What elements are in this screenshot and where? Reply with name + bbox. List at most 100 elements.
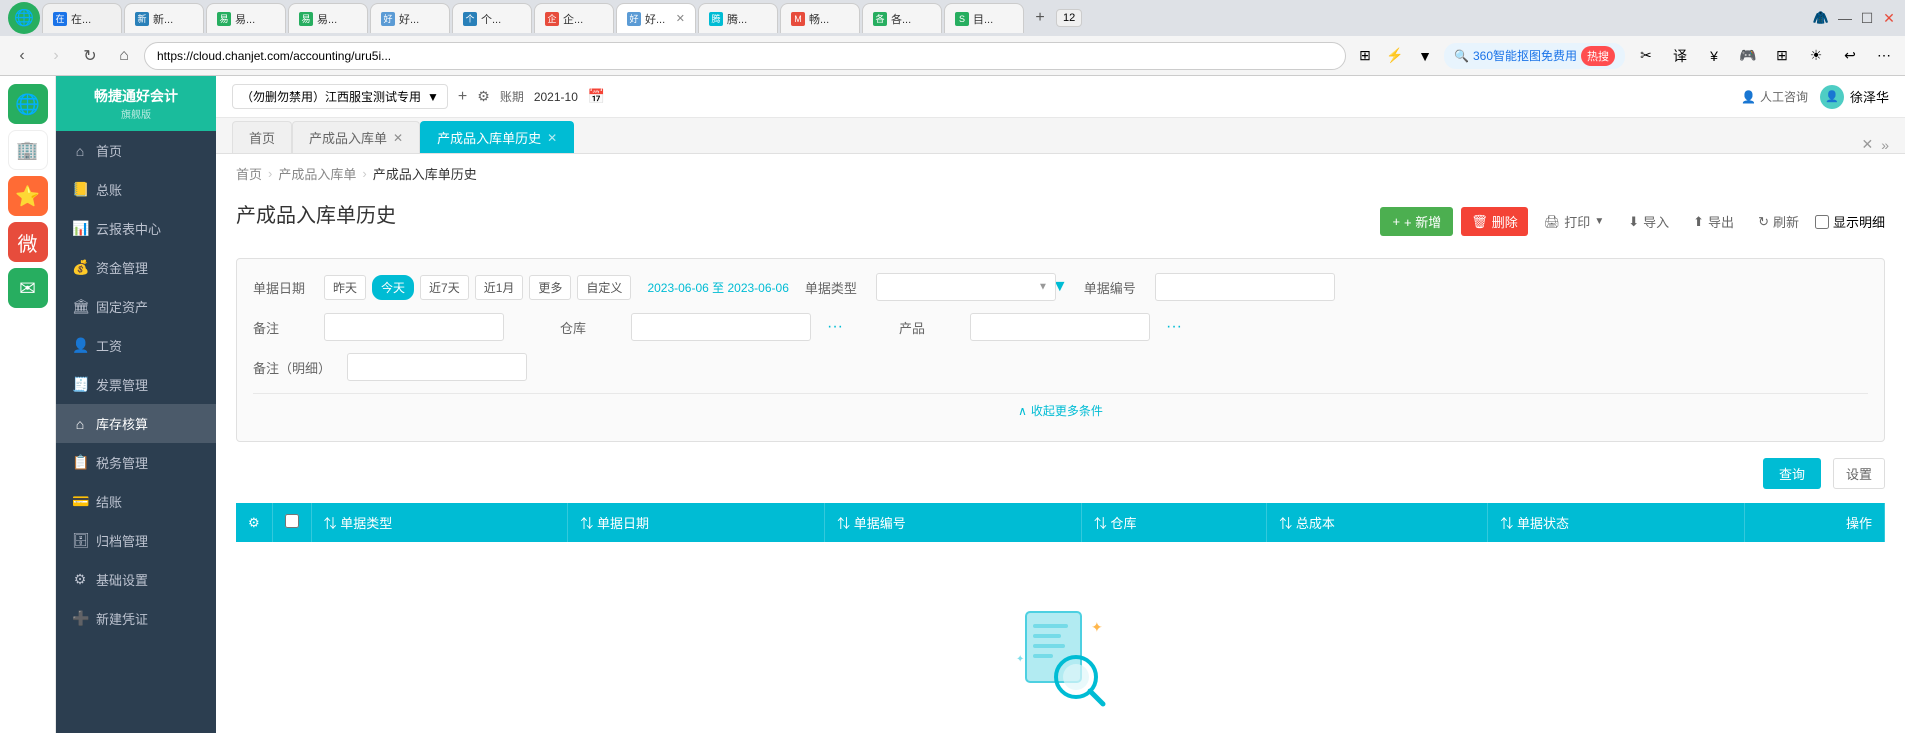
page-tab-list[interactable]: 产成品入库单 ✕ — [292, 121, 420, 153]
refresh-button[interactable]: ↻ 刷新 — [1750, 208, 1807, 235]
gamepad-icon[interactable]: 🎮 — [1735, 43, 1761, 69]
page-tab-history[interactable]: 产成品入库单历史 ✕ — [420, 121, 574, 153]
setting-button[interactable]: 设置 — [1833, 458, 1885, 489]
sidebar-item-funds[interactable]: 💰 资金管理 — [56, 248, 216, 287]
th-number-sort-icon[interactable]: ⇅ — [837, 516, 850, 531]
display-detail[interactable]: 显示明细 — [1815, 212, 1885, 231]
query-button[interactable]: 查询 — [1763, 458, 1821, 489]
tab-t7[interactable]: 企 企... — [534, 3, 614, 33]
tab-t5[interactable]: 好 好... — [370, 3, 450, 33]
close-button[interactable]: ✕ — [1881, 10, 1897, 26]
refresh-button[interactable]: ↻ — [76, 42, 104, 70]
more-icon[interactable]: ⋯ — [1871, 43, 1897, 69]
th-type-sort-icon[interactable]: ⇅ — [324, 516, 337, 531]
home-button[interactable]: ⌂ — [110, 42, 138, 70]
date-custom[interactable]: 自定义 — [577, 275, 631, 300]
breadcrumb-list[interactable]: 产成品入库单 — [278, 164, 356, 183]
sidebar-item-tax[interactable]: 📋 税务管理 — [56, 443, 216, 482]
user-info[interactable]: 👤 徐泽华 — [1820, 85, 1889, 109]
sidebar-item-payroll[interactable]: 👤 工资 — [56, 326, 216, 365]
tab-t11[interactable]: 各 各... — [862, 3, 942, 33]
sidebar-item-newvoucher[interactable]: ➕ 新建凭证 — [56, 599, 216, 638]
date-today[interactable]: 今天 — [372, 275, 414, 300]
th-gear[interactable]: ⚙ — [236, 503, 272, 542]
app-icon-changjie[interactable]: 🏢 — [8, 130, 48, 170]
th-status-sort-icon[interactable]: ⇅ — [1500, 516, 1513, 531]
app-icon-star[interactable]: ⭐ — [8, 176, 48, 216]
sidebar-item-archive[interactable]: 🗄 归档管理 — [56, 521, 216, 560]
gear-icon[interactable]: ⚙ — [248, 515, 260, 530]
date-7days[interactable]: 近7天 — [420, 275, 469, 300]
chevron-down-icon[interactable]: ▼ — [1412, 43, 1438, 69]
app-icon-weibo[interactable]: 微 — [8, 222, 48, 262]
th-cost-sort-icon[interactable]: ⇅ — [1279, 516, 1292, 531]
tab-t12[interactable]: S 目... — [944, 3, 1024, 33]
new-tab-button[interactable]: + — [1026, 4, 1054, 32]
grid2-icon[interactable]: ⊞ — [1769, 43, 1795, 69]
print-button[interactable]: 🖨 打印 ▼ — [1536, 208, 1612, 235]
page-tab-history-close[interactable]: ✕ — [547, 131, 557, 145]
page-tab-home[interactable]: 首页 — [232, 121, 292, 153]
th-date-sort-icon[interactable]: ⇅ — [580, 516, 593, 531]
breadcrumb-home[interactable]: 首页 — [236, 164, 262, 183]
note-filter-input[interactable] — [324, 313, 504, 341]
search-bar[interactable]: 🔍 360智能抠图免费用 热搜 — [1444, 43, 1625, 69]
maximize-button[interactable]: ☐ — [1859, 10, 1875, 26]
address-input[interactable] — [144, 42, 1346, 70]
delete-button[interactable]: 🗑 删除 — [1461, 207, 1528, 236]
add-button[interactable]: + + 新增 — [1380, 207, 1453, 236]
sidebar-item-home[interactable]: ⌂ 首页 — [56, 131, 216, 170]
tab-t1[interactable]: 在 在... — [42, 3, 122, 33]
date-1month[interactable]: 近1月 — [475, 275, 524, 300]
app-icon-360[interactable]: 🌐 — [8, 84, 48, 124]
sidebar-item-ledger[interactable]: 📒 总账 — [56, 170, 216, 209]
currency-icon[interactable]: ¥ — [1701, 43, 1727, 69]
th-warehouse-sort-icon[interactable]: ⇅ — [1094, 516, 1107, 531]
minimize-button[interactable]: — — [1837, 10, 1853, 26]
settings-gear-icon[interactable]: ⚙ — [477, 88, 490, 105]
add-company-btn[interactable]: + — [458, 88, 467, 106]
collapse-bar[interactable]: ∧ 收起更多条件 — [253, 393, 1868, 427]
sidebar-item-assets[interactable]: 🏛 固定资产 — [56, 287, 216, 326]
import-button[interactable]: ⬇ 导入 — [1620, 208, 1677, 235]
forward-button[interactable]: › — [42, 42, 70, 70]
lightning-icon[interactable]: ⚡ — [1382, 43, 1408, 69]
note-detail-input[interactable] — [347, 353, 527, 381]
company-selector[interactable]: （勿删勿禁用）江西服宝测试专用 ▼ — [232, 84, 448, 109]
undo-icon[interactable]: ↩ — [1837, 43, 1863, 69]
warehouse-dots[interactable]: ··· — [827, 318, 843, 336]
tab-close-t8[interactable]: ✕ — [676, 12, 685, 25]
tab-t10[interactable]: M 畅... — [780, 3, 860, 33]
warehouse-filter-input[interactable] — [631, 313, 811, 341]
date-more[interactable]: 更多 — [529, 275, 571, 300]
calendar-icon[interactable]: 📅 — [588, 88, 605, 105]
tab-t4[interactable]: 易 易... — [288, 3, 368, 33]
back-button[interactable]: ‹ — [8, 42, 36, 70]
brightness-icon[interactable]: ☀ — [1803, 43, 1829, 69]
side-close-btn[interactable]: ✕ » — [1861, 136, 1889, 153]
sidebar-item-inventory[interactable]: ⌂ 库存核算 — [56, 404, 216, 443]
restore-down-icon[interactable]: 🧥 — [1811, 8, 1831, 28]
sidebar-item-checkout[interactable]: 💳 结账 — [56, 482, 216, 521]
th-check[interactable] — [272, 503, 311, 542]
grid-icon[interactable]: ⊞ — [1352, 43, 1378, 69]
display-detail-checkbox[interactable] — [1815, 215, 1829, 229]
page-tab-list-close[interactable]: ✕ — [393, 131, 403, 145]
sidebar-item-reports[interactable]: 📊 云报表中心 — [56, 209, 216, 248]
type-filter-select[interactable] — [876, 273, 1056, 301]
export-button[interactable]: ⬆ 导出 — [1685, 208, 1742, 235]
tab-t9[interactable]: 腾 腾... — [698, 3, 778, 33]
app-icon-mail[interactable]: ✉ — [8, 268, 48, 308]
user-service[interactable]: 👤 人工咨询 — [1741, 88, 1808, 105]
tab-t6[interactable]: 个 个... — [452, 3, 532, 33]
tab-t8[interactable]: 好 好... ✕ — [616, 3, 696, 33]
product-filter-input[interactable] — [970, 313, 1150, 341]
sidebar-item-invoice[interactable]: 🧾 发票管理 — [56, 365, 216, 404]
number-filter-input[interactable] — [1155, 273, 1335, 301]
more-tabs-icon[interactable]: » — [1881, 137, 1889, 153]
product-dots[interactable]: ··· — [1166, 318, 1182, 336]
close-icon[interactable]: ✕ — [1861, 136, 1873, 153]
scissors-icon[interactable]: ✂ — [1633, 43, 1659, 69]
date-yesterday[interactable]: 昨天 — [324, 275, 366, 300]
tab-t3[interactable]: 易 易... — [206, 3, 286, 33]
